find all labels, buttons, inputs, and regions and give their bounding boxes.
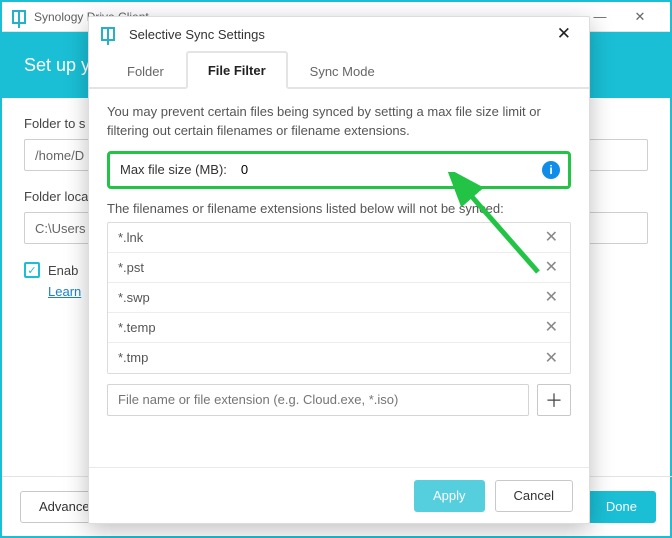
max-file-size-label: Max file size (MB): xyxy=(120,162,227,177)
list-item: *.swp ✕ xyxy=(108,283,570,313)
add-filter-button[interactable]: ＋ xyxy=(537,384,571,416)
apply-button[interactable]: Apply xyxy=(414,480,485,512)
annotation-arrow-icon xyxy=(448,172,558,282)
list-item-name: *.swp xyxy=(118,290,543,305)
remove-item-icon[interactable]: ✕ xyxy=(543,348,560,368)
modal-overlay: Selective Sync Settings ✕ Folder File Fi… xyxy=(0,0,672,538)
close-icon[interactable]: ✕ xyxy=(551,22,577,46)
filter-description: You may prevent certain files being sync… xyxy=(107,103,571,141)
modal-title: Selective Sync Settings xyxy=(129,27,265,42)
modal-tabs: Folder File Filter Sync Mode xyxy=(89,51,589,89)
modal-footer: Apply Cancel xyxy=(89,467,589,523)
plus-icon: ＋ xyxy=(545,387,563,413)
remove-item-icon[interactable]: ✕ xyxy=(543,317,560,337)
list-item: *.tmp ✕ xyxy=(108,343,570,373)
add-filter-input[interactable] xyxy=(107,384,529,416)
list-item-name: *.temp xyxy=(118,320,543,335)
list-item: *.temp ✕ xyxy=(108,313,570,343)
tab-file-filter[interactable]: File Filter xyxy=(186,51,288,89)
tab-sync-mode[interactable]: Sync Mode xyxy=(288,51,397,89)
add-filter-row: ＋ xyxy=(107,384,571,416)
remove-item-icon[interactable]: ✕ xyxy=(543,287,560,307)
list-item-name: *.tmp xyxy=(118,350,543,365)
modal-titlebar: Selective Sync Settings ✕ xyxy=(89,17,589,51)
app-icon xyxy=(101,27,115,41)
cancel-button[interactable]: Cancel xyxy=(495,480,573,512)
tab-folder[interactable]: Folder xyxy=(105,51,186,89)
